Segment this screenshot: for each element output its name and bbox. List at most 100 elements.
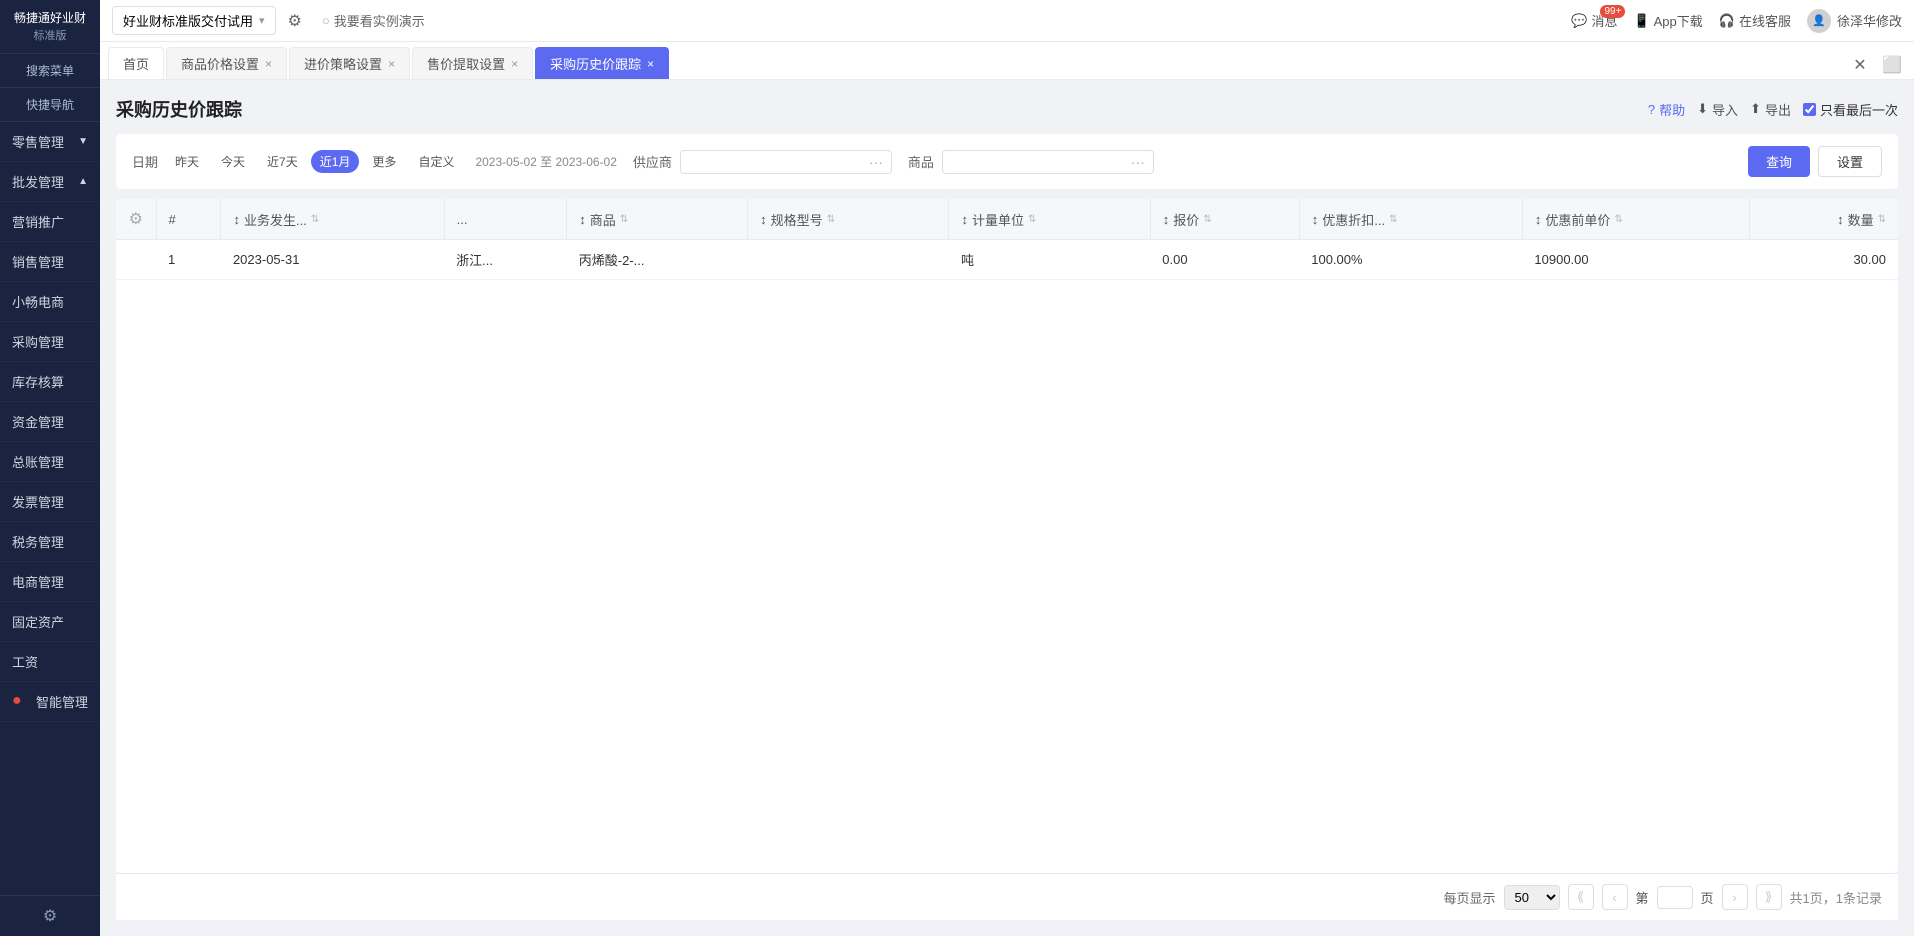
tab-label-3: 售价提取设置 [427, 54, 505, 73]
row-discount: 100.00% [1299, 240, 1522, 280]
sidebar-item-8[interactable]: 总账管理 [0, 442, 100, 482]
row-unit-price: 10900.00 [1522, 240, 1750, 280]
sidebar-item-7[interactable]: 资金管理 [0, 402, 100, 442]
row-date: 2023-05-31 [221, 240, 444, 280]
sidebar-item-3[interactable]: 销售管理 [0, 242, 100, 282]
page-input[interactable]: 1 [1657, 886, 1693, 909]
data-table: ⚙ # ↕ 业务发生... ⇅ ... ↕ 商品 ⇅ ↕ 规格型号 ⇅ ↕ 计量… [116, 199, 1898, 280]
unit-price-sort-icon[interactable]: ⇅ [1614, 214, 1622, 225]
tab-label-4: 采购历史价跟踪 [550, 54, 641, 73]
sidebar-bottom: ⚙ [0, 895, 100, 936]
user-name: 徐泽华修改 [1837, 11, 1902, 30]
discount-sort-icon[interactable]: ⇅ [1389, 214, 1397, 225]
supplier-input[interactable] [689, 154, 865, 169]
tab-3[interactable]: 售价提取设置 × [412, 47, 533, 79]
table-row: 1 2023-05-31 浙江... 丙烯酸-2-... 吨 0.00 100.… [116, 240, 1898, 280]
help-link[interactable]: ? 帮助 [1648, 100, 1685, 119]
tab-close-4[interactable]: × [647, 57, 654, 71]
query-button[interactable]: 查询 [1748, 146, 1810, 177]
date-btn-4[interactable]: 更多 [363, 150, 405, 173]
product-dots[interactable]: ··· [1131, 154, 1145, 170]
unit-sort-icon[interactable]: ⇅ [1028, 214, 1036, 225]
sidebar-item-4[interactable]: 小畅电商 [0, 282, 100, 322]
sidebar: 畅捷通好业财 标准版 搜索菜单 快捷导航 零售管理▼批发管理▲营销推广销售管理小… [0, 0, 100, 936]
page-suffix: 页 [1701, 888, 1714, 907]
topbar-gear-icon[interactable]: ⚙ [288, 11, 302, 31]
tab-0[interactable]: 首页 [108, 47, 164, 79]
maximize-window-btn[interactable]: ⬜ [1878, 51, 1906, 79]
row-no: 1 [156, 240, 221, 280]
product-filter-group: 商品 ··· [908, 150, 1154, 174]
tab-4[interactable]: 采购历史价跟踪 × [535, 47, 669, 79]
col-settings-icon[interactable]: ⚙ [129, 211, 143, 228]
prev-page-btn[interactable]: ‹ [1602, 884, 1628, 910]
sidebar-item-12[interactable]: 固定资产 [0, 602, 100, 642]
tab-2[interactable]: 进价策略设置× [289, 47, 410, 79]
supplier-dots[interactable]: ··· [869, 154, 883, 170]
help-label: 帮助 [1659, 100, 1685, 119]
app-download-btn[interactable]: 📱 App下载 [1633, 11, 1702, 30]
service-icon: 🎧 [1719, 13, 1735, 29]
sidebar-item-1[interactable]: 批发管理▲ [0, 162, 100, 202]
last-page-btn[interactable]: ⟫ [1756, 884, 1782, 910]
export-label: 导出 [1765, 100, 1791, 119]
sidebar-item-11[interactable]: 电商管理 [0, 562, 100, 602]
help-icon: ? [1648, 102, 1655, 117]
spec-sort-icon[interactable]: ⇅ [827, 214, 835, 225]
date-btn-1[interactable]: 今天 [212, 150, 254, 173]
row-quantity: 30.00 [1750, 240, 1898, 280]
date-sort-icon[interactable]: ⇅ [311, 214, 319, 225]
sidebar-item-9[interactable]: 发票管理 [0, 482, 100, 522]
sidebar-arrow-icon: ▼ [78, 136, 88, 147]
user-avatar: 👤 [1807, 9, 1831, 33]
tab-close-2[interactable]: × [388, 57, 395, 71]
user-menu[interactable]: 👤 徐泽华修改 [1807, 9, 1902, 33]
sidebar-search[interactable]: 搜索菜单 [0, 54, 100, 88]
main-area: 好业财标准版交付试用 ▾ ⚙ ○ 我要看实例演示 💬 消息 99+ 📱 App下… [100, 0, 1914, 936]
product-sort-icon[interactable]: ⇅ [620, 214, 628, 225]
product-selector[interactable]: 好业财标准版交付试用 ▾ [112, 6, 276, 35]
sidebar-item-14[interactable]: ●智能管理 [0, 682, 100, 722]
date-btn-3[interactable]: 近1月 [311, 150, 360, 173]
pagination: 每页显示 2050100200 ⟪ ‹ 第 1 页 › ⟫ 共1页，1条记录 [116, 873, 1898, 920]
product-input[interactable] [951, 154, 1127, 169]
price-sort-icon[interactable]: ⇅ [1203, 214, 1211, 225]
messages-btn[interactable]: 💬 消息 99+ [1571, 11, 1617, 30]
online-service-btn[interactable]: 🎧 在线客服 [1719, 11, 1791, 30]
date-btn-2[interactable]: 近7天 [258, 150, 307, 173]
date-btn-5[interactable]: 自定义 [409, 150, 463, 173]
settings-button[interactable]: 设置 [1818, 146, 1882, 177]
import-link[interactable]: ⬇ 导入 [1697, 100, 1738, 119]
sidebar-item-label: 库存核算 [12, 372, 64, 391]
sidebar-item-6[interactable]: 库存核算 [0, 362, 100, 402]
sidebar-item-10[interactable]: 税务管理 [0, 522, 100, 562]
per-page-select[interactable]: 2050100200 [1504, 885, 1560, 910]
last-only-checkbox[interactable]: 只看最后一次 [1803, 100, 1898, 119]
first-page-btn[interactable]: ⟪ [1568, 884, 1594, 910]
export-link[interactable]: ⬆ 导出 [1750, 100, 1791, 119]
tab-close-1[interactable]: × [265, 57, 272, 71]
supplier-filter-label: 供应商 [633, 152, 672, 171]
next-page-btn[interactable]: › [1722, 884, 1748, 910]
sidebar-item-0[interactable]: 零售管理▼ [0, 122, 100, 162]
col-unit-price: ↕ 优惠前单价 ⇅ [1522, 199, 1750, 240]
date-btn-0[interactable]: 昨天 [166, 150, 208, 173]
tab-close-3[interactable]: × [511, 57, 518, 71]
row-supplier: 浙江... [444, 240, 567, 280]
sidebar-item-2[interactable]: 营销推广 [0, 202, 100, 242]
close-window-btn[interactable]: ✕ [1846, 51, 1874, 79]
supplier-filter-group: 供应商 ··· [633, 150, 892, 174]
sidebar-settings-icon[interactable]: ⚙ [10, 906, 90, 926]
app-label: App下载 [1654, 11, 1703, 30]
last-only-input[interactable] [1803, 103, 1816, 116]
row-settings [116, 240, 156, 280]
logo-subtitle: 标准版 [8, 27, 92, 43]
sidebar-item-5[interactable]: 采购管理 [0, 322, 100, 362]
sidebar-item-13[interactable]: 工资 [0, 642, 100, 682]
sidebar-quick-nav[interactable]: 快捷导航 [0, 88, 100, 122]
table-header-row: ⚙ # ↕ 业务发生... ⇅ ... ↕ 商品 ⇅ ↕ 规格型号 ⇅ ↕ 计量… [116, 199, 1898, 240]
tab-1[interactable]: 商品价格设置× [166, 47, 287, 79]
demo-link[interactable]: ○ 我要看实例演示 [322, 11, 425, 30]
quantity-sort-icon[interactable]: ⇅ [1878, 214, 1886, 225]
import-icon: ⬇ [1697, 101, 1708, 117]
